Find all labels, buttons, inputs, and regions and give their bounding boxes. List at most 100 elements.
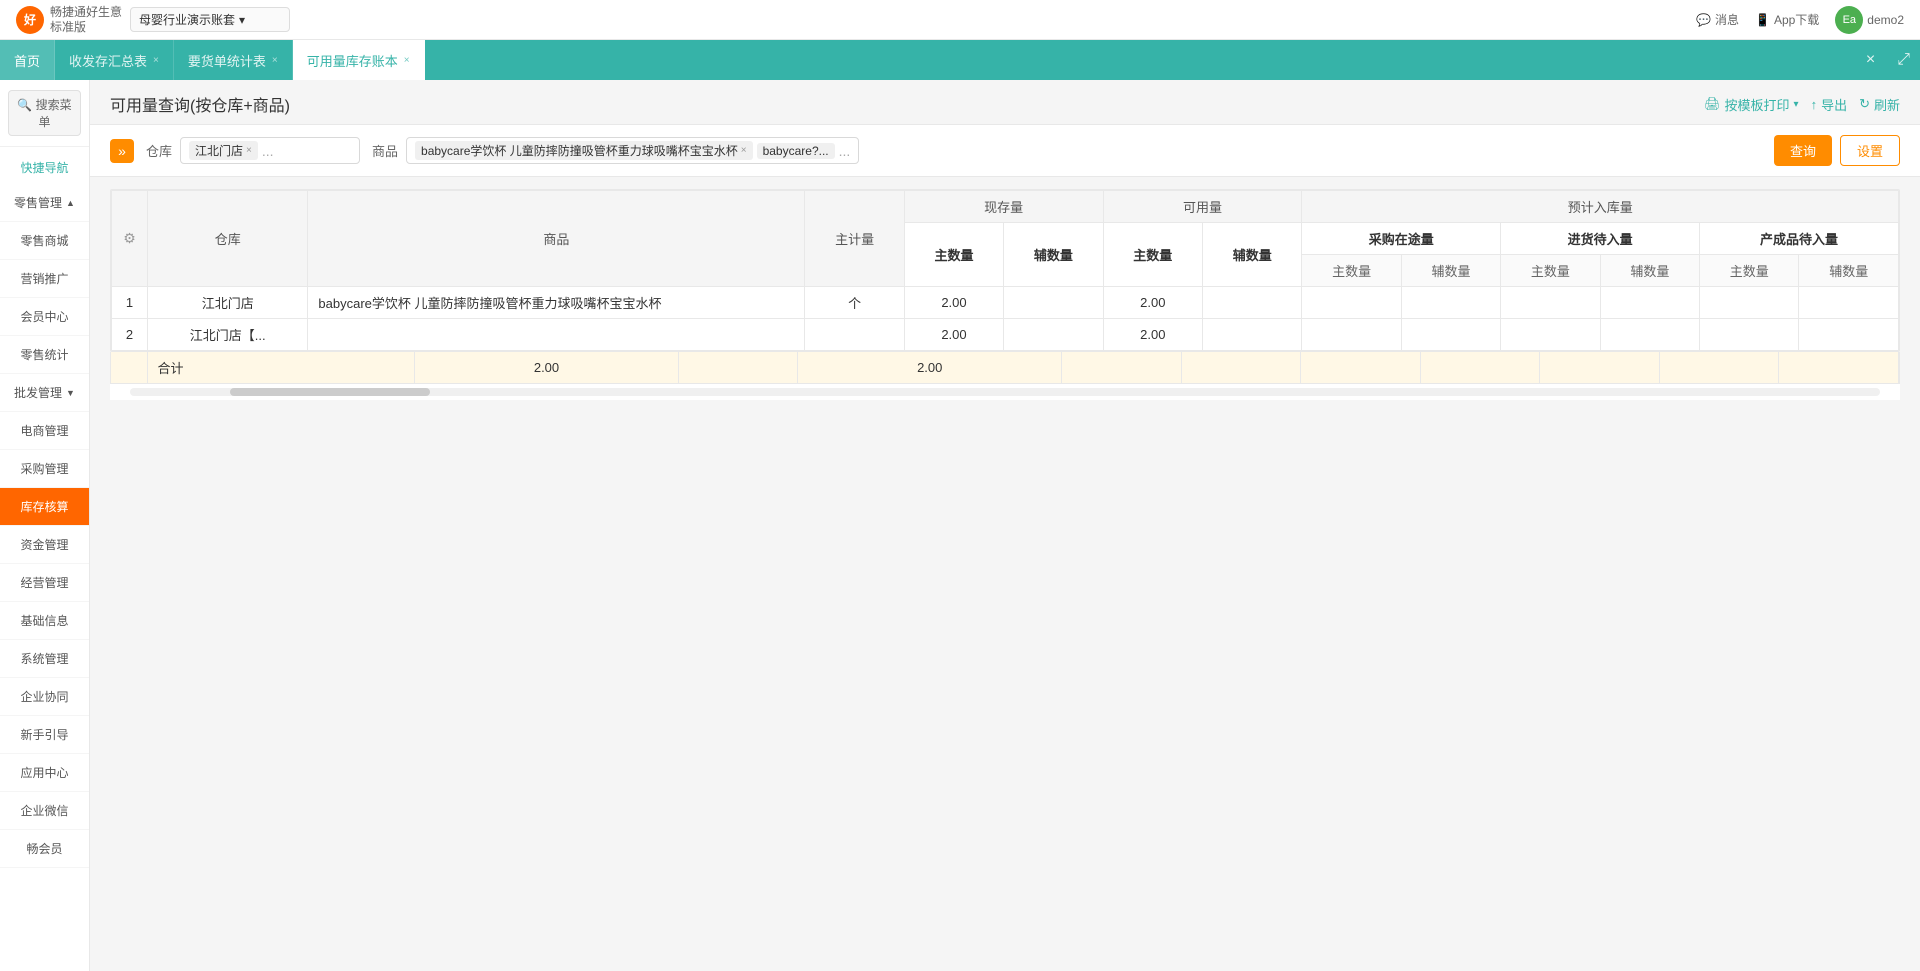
warehouse-more-dots[interactable]: ...	[262, 143, 274, 159]
product-tag-1: babycare学饮杯 儿童防摔防撞吸管杯重力球吸嘴杯宝宝水杯 ×	[415, 141, 753, 160]
row2-no: 2	[112, 319, 148, 351]
horizontal-scrollbar[interactable]	[110, 384, 1900, 400]
prod-main-header: 主数量	[1700, 255, 1799, 287]
warehouse-tag-close[interactable]: ×	[246, 145, 252, 156]
purchase-pending-header: 进货待入量	[1501, 223, 1700, 255]
total-pp-aux	[1540, 352, 1660, 383]
row1-avail-aux	[1203, 287, 1302, 319]
user-profile[interactable]: Ea demo2	[1835, 6, 1904, 34]
sidebar-item-inventory[interactable]: 库存核算	[0, 488, 89, 526]
settings-button[interactable]: 设置	[1840, 135, 1900, 166]
row1-warehouse: 江北门店	[148, 287, 308, 319]
quick-nav-area: 快捷导航	[0, 147, 89, 184]
row1-unit: 个	[805, 287, 904, 319]
sidebar-item-retail-mgmt[interactable]: 零售管理 ▲	[0, 184, 89, 222]
total-pt-aux	[1301, 352, 1421, 383]
scroll-thumb[interactable]	[230, 388, 430, 396]
sidebar: 🔍 搜索菜单 快捷导航 零售管理 ▲ 零售商城 营销推广 会员中心 零售统计 批…	[0, 80, 90, 971]
app-download-action[interactable]: 📱 App下载	[1755, 11, 1819, 28]
avail-aux-header: 辅数量	[1203, 223, 1302, 287]
row1-pp-main	[1501, 287, 1600, 319]
total-stock-main: 2.00	[415, 352, 679, 383]
print-icon: 🖨	[1704, 96, 1721, 112]
quick-nav-link[interactable]: 快捷导航	[8, 155, 81, 180]
sidebar-item-retail-stats[interactable]: 零售统计	[0, 336, 89, 374]
sidebar-item-marketing[interactable]: 营销推广	[0, 260, 89, 298]
print-template-button[interactable]: 🖨 按模板打印 ▾	[1704, 95, 1799, 114]
search-menu-button[interactable]: 🔍 搜索菜单	[8, 90, 81, 136]
sidebar-item-member-center[interactable]: 会员中心	[0, 298, 89, 336]
close-tab-receive[interactable]: ×	[153, 55, 159, 66]
message-action[interactable]: 💬 消息	[1696, 11, 1739, 28]
sidebar-item-operations[interactable]: 经营管理	[0, 564, 89, 602]
expand-arrow-icon2: ▼	[66, 388, 75, 398]
row2-warehouse: 江北门店【...	[148, 319, 308, 351]
export-button[interactable]: ↑ 导出	[1811, 95, 1848, 114]
tab-available-stock[interactable]: 可用量库存账本 ×	[293, 40, 425, 80]
row1-pt-aux	[1401, 287, 1500, 319]
row1-avail-main: 2.00	[1103, 287, 1202, 319]
row2-unit	[805, 319, 904, 351]
close-all-tabs[interactable]: ×	[1854, 51, 1887, 69]
top-bar-right: 💬 消息 📱 App下载 Ea demo2	[1696, 6, 1904, 34]
sidebar-item-newbie[interactable]: 新手引导	[0, 716, 89, 754]
product-filter-group: 商品 babycare学饮杯 儿童防摔防撞吸管杯重力球吸嘴杯宝宝水杯 × bab…	[372, 137, 859, 164]
product-tag1-close[interactable]: ×	[741, 145, 747, 156]
row2-stock-aux	[1004, 319, 1103, 351]
avatar: Ea	[1835, 6, 1863, 34]
purchase-transit-header: 采购在途量	[1302, 223, 1501, 255]
expand-filter-button[interactable]: »	[110, 139, 134, 163]
sidebar-item-system-mgmt[interactable]: 系统管理	[0, 640, 89, 678]
row1-stock-main: 2.00	[904, 287, 1003, 319]
row2-pp-aux	[1600, 319, 1699, 351]
export-icon: ↑	[1811, 97, 1818, 112]
page-actions: 🖨 按模板打印 ▾ ↑ 导出 ↻ 刷新	[1704, 95, 1900, 114]
logo-area: 好 畅捷通好生意 标准版	[16, 5, 122, 34]
refresh-button[interactable]: ↻ 刷新	[1859, 95, 1900, 114]
sidebar-item-basic-info[interactable]: 基础信息	[0, 602, 89, 640]
table-wrapper: ⚙ 仓库 商品 主计量 现存量 可用量 预计入库量 主数量 辅数量	[110, 189, 1900, 352]
total-table: 合计 2.00 2.00	[111, 352, 1899, 383]
production-pending-header: 产成品待入量	[1700, 223, 1899, 255]
query-button[interactable]: 查询	[1774, 135, 1832, 166]
warehouse-tag: 江北门店 ×	[189, 141, 258, 160]
tab-receive-summary[interactable]: 收发存汇总表 ×	[55, 40, 174, 80]
close-tab-available[interactable]: ×	[404, 55, 410, 66]
sidebar-search-area: 🔍 搜索菜单	[0, 80, 89, 147]
message-icon: 💬	[1696, 13, 1711, 27]
filter-bar: » 仓库 江北门店 × ... 商品 babycare学饮杯 儿童防摔防撞吸管杯…	[90, 125, 1920, 177]
sidebar-item-enterprise-wechat[interactable]: 企业微信	[0, 792, 89, 830]
table-row: 2 江北门店【... 2.00 2.00	[112, 319, 1899, 351]
settings-col-header: ⚙	[112, 191, 148, 287]
close-tab-order[interactable]: ×	[272, 55, 278, 66]
total-stock-aux	[678, 352, 798, 383]
prod-aux-header: 辅数量	[1799, 255, 1899, 287]
pp-main-header: 主数量	[1501, 255, 1600, 287]
row2-pp-main	[1501, 319, 1600, 351]
sidebar-item-wholesale-mgmt[interactable]: 批发管理 ▼	[0, 374, 89, 412]
industry-selector[interactable]: 母婴行业演示账套 ▾	[130, 7, 290, 32]
total-prod-aux	[1779, 352, 1899, 383]
sidebar-item-enterprise-collab[interactable]: 企业协同	[0, 678, 89, 716]
product-more-dots[interactable]: ...	[839, 143, 851, 159]
sidebar-item-ecommerce[interactable]: 电商管理	[0, 412, 89, 450]
app-download-icon: 📱	[1755, 13, 1770, 27]
tab-home[interactable]: 首页	[0, 40, 55, 80]
logo-text: 畅捷通好生意 标准版	[50, 5, 122, 34]
sidebar-item-purchase-mgmt[interactable]: 采购管理	[0, 450, 89, 488]
sidebar-item-app-center[interactable]: 应用中心	[0, 754, 89, 792]
table-settings-icon[interactable]: ⚙	[123, 230, 136, 246]
sidebar-item-finance[interactable]: 资金管理	[0, 526, 89, 564]
row1-product: babycare学饮杯 儿童防摔防撞吸管杯重力球吸嘴杯宝宝水杯	[308, 287, 805, 319]
product-input[interactable]: babycare学饮杯 儿童防摔防撞吸管杯重力球吸嘴杯宝宝水杯 × babyca…	[406, 137, 859, 164]
chevron-down-icon: ▾	[239, 13, 245, 27]
expand-arrow-icon: ▲	[66, 198, 75, 208]
warehouse-input[interactable]: 江北门店 × ...	[180, 137, 360, 164]
warehouse-filter-group: 仓库 江北门店 × ...	[146, 137, 360, 164]
row2-prod-aux	[1799, 319, 1899, 351]
nav-tabs: 首页 收发存汇总表 × 要货单统计表 × 可用量库存账本 × × ⤢	[0, 40, 1920, 80]
fullscreen-toggle[interactable]: ⤢	[1887, 51, 1920, 69]
sidebar-item-retail-mall[interactable]: 零售商城	[0, 222, 89, 260]
tab-order-stats[interactable]: 要货单统计表 ×	[174, 40, 293, 80]
sidebar-item-member-service[interactable]: 畅会员	[0, 830, 89, 868]
